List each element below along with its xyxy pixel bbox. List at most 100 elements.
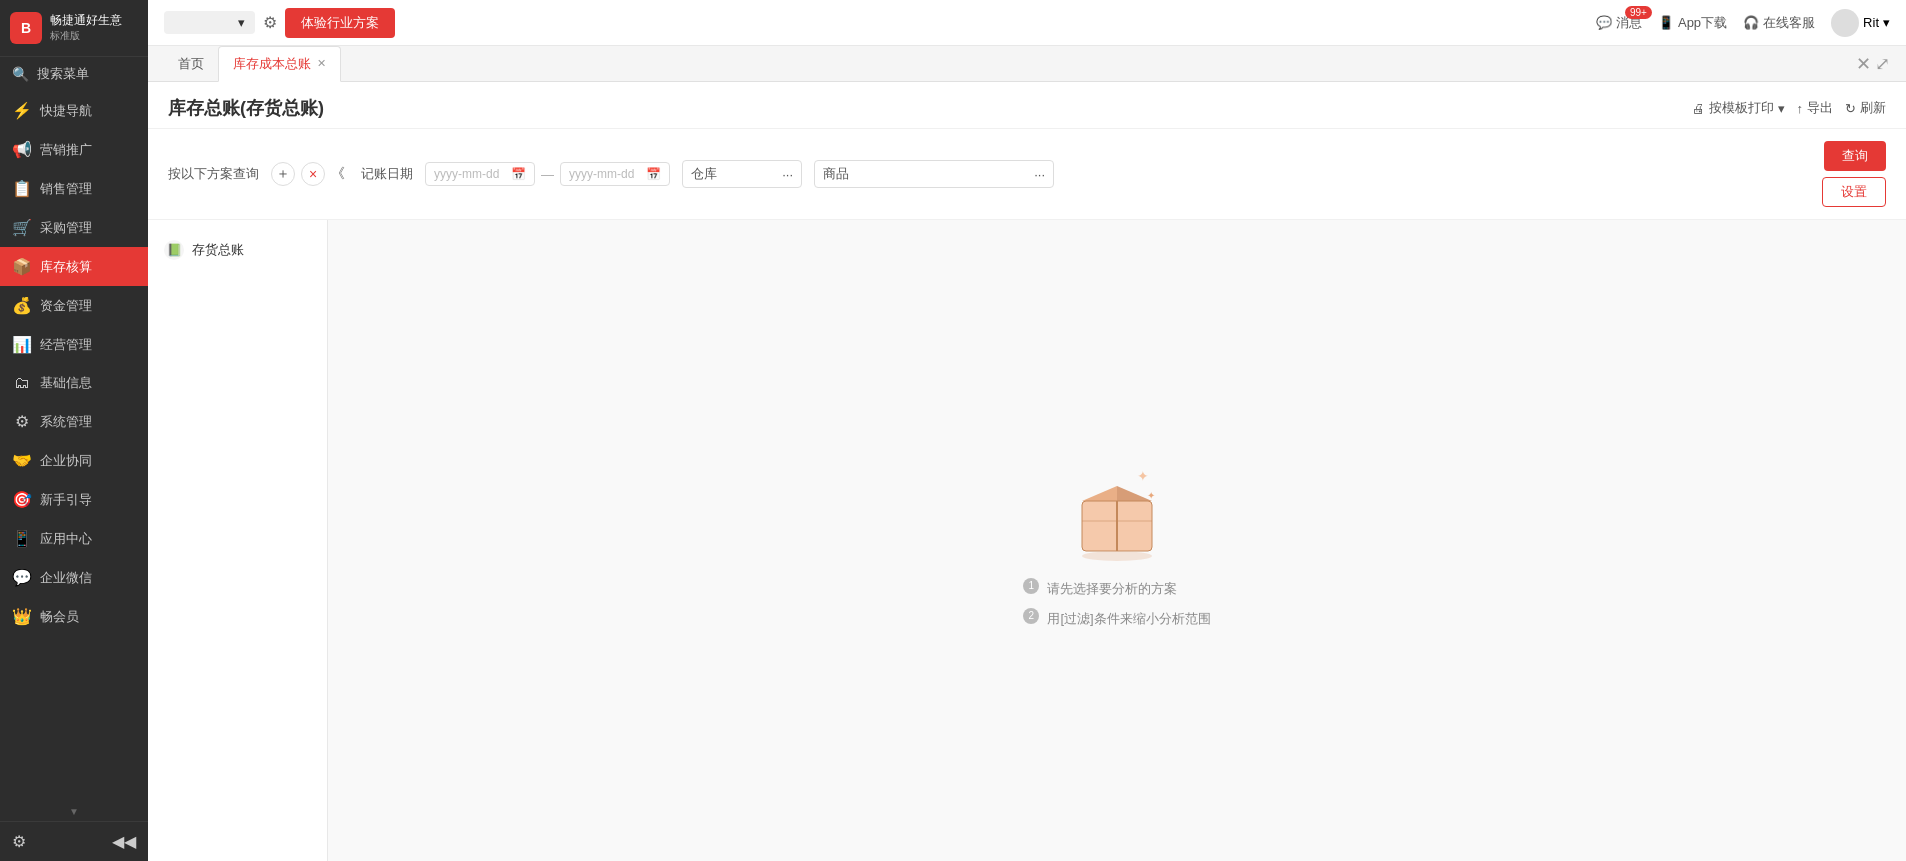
svg-point-8: [1082, 551, 1152, 561]
calendar-start-icon[interactable]: 📅: [511, 167, 526, 181]
user-chevron-icon: ▾: [1883, 15, 1890, 30]
warehouse-select[interactable]: 仓库 ···: [682, 160, 802, 188]
sidebar-item-quick-nav[interactable]: ⚡ 快捷导航: [0, 91, 148, 130]
filter-sidebar-item-label: 存货总账: [192, 241, 244, 259]
export-label: 导出: [1807, 99, 1833, 117]
filter-label: 按以下方案查询: [168, 165, 259, 183]
user-name: Rit: [1863, 15, 1879, 30]
sidebar-item-label: 采购管理: [40, 219, 92, 237]
message-icon: 💬: [1596, 15, 1612, 30]
sidebar-item-label: 销售管理: [40, 180, 92, 198]
sidebar-item-inventory[interactable]: 📦 库存核算: [0, 247, 148, 286]
sidebar-item-label: 经营管理: [40, 336, 92, 354]
industry-button[interactable]: 体验行业方案: [285, 8, 395, 38]
panel-resize-icon[interactable]: ⤢: [1875, 53, 1890, 75]
tab-inventory-cost[interactable]: 库存成本总账 ✕: [218, 46, 341, 82]
sidebar-scroll-down[interactable]: ▼: [0, 801, 148, 821]
page-title: 库存总账(存货总账): [168, 96, 324, 120]
step-1-text: 请先选择要分析的方案: [1047, 577, 1177, 600]
app-download-btn[interactable]: 📱 App下载: [1658, 14, 1727, 32]
message-btn[interactable]: 💬 消息 99+: [1596, 14, 1642, 32]
tab-home-label: 首页: [178, 55, 204, 73]
user-area[interactable]: Rit ▾: [1831, 9, 1890, 37]
online-service-btn[interactable]: 🎧 在线客服: [1743, 14, 1815, 32]
refresh-button[interactable]: ↻ 刷新: [1845, 99, 1886, 117]
goods-more-icon: ···: [1034, 167, 1045, 182]
filter-sidebar: 📗 存货总账: [148, 220, 328, 861]
member-icon: 👑: [12, 607, 32, 626]
sidebar-item-corp[interactable]: 🤝 企业协同: [0, 441, 148, 480]
corp-icon: 🤝: [12, 451, 32, 470]
sidebar-item-marketing[interactable]: 📢 营销推广: [0, 130, 148, 169]
main-panel: ✦ ✦ 1 请先选择要分析的方案 2 用[过滤]条件来缩小分析范围: [328, 220, 1906, 861]
basic-icon: 🗂: [12, 374, 32, 392]
logo-icon: B: [10, 12, 42, 44]
date-label: 记账日期: [361, 165, 413, 183]
step-1-num: 1: [1023, 578, 1039, 594]
sidebar-item-apps[interactable]: 📱 应用中心: [0, 519, 148, 558]
sales-icon: 📋: [12, 179, 32, 198]
sidebar-item-basic[interactable]: 🗂 基础信息: [0, 364, 148, 402]
svg-text:✦: ✦: [1137, 468, 1149, 484]
empty-text: 1 请先选择要分析的方案 2 用[过滤]条件来缩小分析范围: [1023, 577, 1210, 630]
panel-close-button[interactable]: ✕: [1856, 53, 1871, 75]
print-icon: 🖨: [1692, 101, 1705, 116]
sidebar-item-operation[interactable]: 📊 经营管理: [0, 325, 148, 364]
logo-text: 畅捷通好生意: [50, 13, 122, 29]
topbar-right: 💬 消息 99+ 📱 App下载 🎧 在线客服 Rit ▾: [1596, 9, 1890, 37]
print-label: 按模板打印: [1709, 99, 1774, 117]
finance-icon: 💰: [12, 296, 32, 315]
apps-icon: 📱: [12, 529, 32, 548]
sidebar-item-system[interactable]: ⚙ 系统管理: [0, 402, 148, 441]
sidebar-item-label: 企业微信: [40, 569, 92, 587]
collapse-icon[interactable]: ◀◀: [112, 832, 136, 851]
sidebar-item-purchase[interactable]: 🛒 采购管理: [0, 208, 148, 247]
date-end-input[interactable]: yyyy-mm-dd 📅: [560, 162, 670, 186]
sidebar-item-label: 快捷导航: [40, 102, 92, 120]
empty-state: ✦ ✦ 1 请先选择要分析的方案 2 用[过滤]条件来缩小分析范围: [1023, 451, 1210, 630]
sidebar-search[interactable]: 🔍 搜索菜单: [0, 57, 148, 91]
empty-step-1: 1 请先选择要分析的方案: [1023, 577, 1210, 600]
svg-marker-1: [1082, 486, 1117, 501]
filter-bar: 按以下方案查询 ＋ × 《 记账日期 yyyy-mm-dd 📅 — yyyy-m…: [148, 129, 1906, 220]
refresh-icon: ↻: [1845, 101, 1856, 116]
sidebar-item-label: 资金管理: [40, 297, 92, 315]
filter-reset-btn[interactable]: ×: [301, 162, 325, 186]
sidebar-item-newbie[interactable]: 🎯 新手引导: [0, 480, 148, 519]
date-separator: —: [541, 167, 554, 182]
topbar: ▾ ⚙ 体验行业方案 💬 消息 99+ 📱 App下载 🎧 在线客服 Rit: [148, 0, 1906, 46]
topbar-selector[interactable]: ▾: [164, 11, 255, 34]
inventory-sidebar-icon: 📗: [164, 240, 184, 260]
tab-close-icon[interactable]: ✕: [317, 57, 326, 70]
export-button[interactable]: ↑ 导出: [1797, 99, 1834, 117]
tab-home[interactable]: 首页: [164, 47, 218, 81]
refresh-label: 刷新: [1860, 99, 1886, 117]
filter-collapse-icon[interactable]: 《: [331, 165, 345, 183]
sidebar-item-member[interactable]: 👑 畅会员: [0, 597, 148, 636]
settings-icon[interactable]: ⚙: [12, 832, 26, 851]
sidebar-item-label: 应用中心: [40, 530, 92, 548]
print-button[interactable]: 🖨 按模板打印 ▾: [1692, 99, 1785, 117]
gear-icon[interactable]: ⚙: [263, 13, 277, 32]
sidebar-nav: ⚡ 快捷导航 📢 营销推广 📋 销售管理 🛒 采购管理 📦 库存核算 💰 资金管…: [0, 91, 148, 801]
app-download-label: App下载: [1678, 14, 1727, 32]
page-actions: 🖨 按模板打印 ▾ ↑ 导出 ↻ 刷新: [1692, 99, 1887, 117]
content-area: 📗 存货总账: [148, 220, 1906, 861]
sidebar-item-sales[interactable]: 📋 销售管理: [0, 169, 148, 208]
purchase-icon: 🛒: [12, 218, 32, 237]
query-button[interactable]: 查询: [1824, 141, 1886, 171]
date-end-placeholder: yyyy-mm-dd: [569, 167, 634, 181]
calendar-end-icon[interactable]: 📅: [646, 167, 661, 181]
sidebar-item-finance[interactable]: 💰 资金管理: [0, 286, 148, 325]
date-start-input[interactable]: yyyy-mm-dd 📅: [425, 162, 535, 186]
settings-button[interactable]: 设置: [1822, 177, 1886, 207]
warehouse-label: 仓库: [691, 165, 717, 183]
sidebar-item-wechat[interactable]: 💬 企业微信: [0, 558, 148, 597]
tab-inventory-cost-label: 库存成本总账: [233, 55, 311, 73]
goods-select[interactable]: 商品 ···: [814, 160, 1054, 188]
filter-sidebar-item-inventory[interactable]: 📗 存货总账: [148, 230, 327, 270]
avatar: [1831, 9, 1859, 37]
search-icon: 🔍: [12, 66, 29, 82]
filter-add-btn[interactable]: ＋: [271, 162, 295, 186]
inventory-icon: 📦: [12, 257, 32, 276]
